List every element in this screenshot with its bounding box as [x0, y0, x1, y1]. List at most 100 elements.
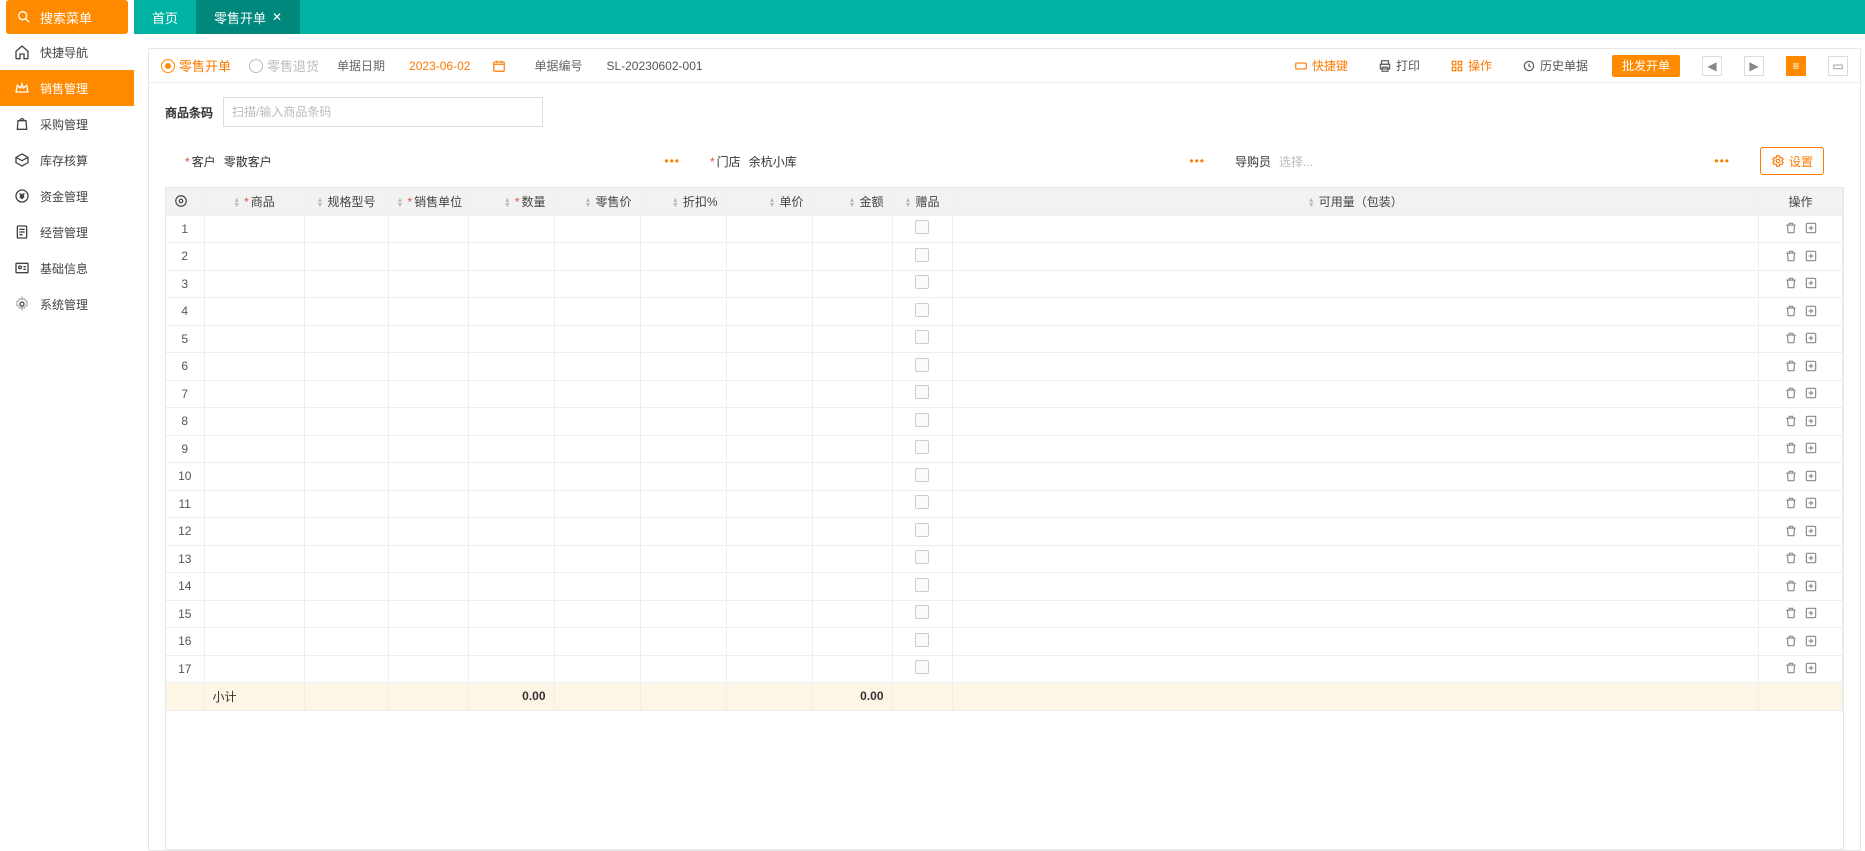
- gift-checkbox[interactable]: [915, 550, 929, 564]
- gift-checkbox[interactable]: [915, 385, 929, 399]
- add-row-button[interactable]: [1802, 439, 1820, 457]
- grid-mode-button[interactable]: ▭: [1828, 56, 1848, 76]
- delete-row-button[interactable]: [1782, 412, 1800, 430]
- delete-row-button[interactable]: [1782, 329, 1800, 347]
- delete-row-button[interactable]: [1782, 577, 1800, 595]
- tab-0[interactable]: 首页: [134, 0, 196, 34]
- col-available[interactable]: 可用量（包装）: [952, 188, 1759, 215]
- col-spec[interactable]: 规格型号: [304, 188, 388, 215]
- nav-next-button[interactable]: ▶: [1744, 56, 1764, 76]
- add-row-button[interactable]: [1802, 549, 1820, 567]
- col-unit[interactable]: *销售单位: [388, 188, 468, 215]
- gift-checkbox[interactable]: [915, 578, 929, 592]
- col-discount[interactable]: 折扣%: [640, 188, 726, 215]
- col-price[interactable]: 单价: [726, 188, 812, 215]
- table-row[interactable]: 4: [166, 298, 1843, 326]
- table-row[interactable]: 17: [166, 656, 1843, 684]
- barcode-input[interactable]: [223, 97, 543, 127]
- table-row[interactable]: 15: [166, 601, 1843, 629]
- history-button[interactable]: 历史单据: [1516, 49, 1594, 82]
- wholesale-button[interactable]: 批发开单: [1612, 55, 1680, 77]
- col-setting[interactable]: [166, 188, 204, 215]
- delete-row-button[interactable]: [1782, 549, 1800, 567]
- sidebar-item-2[interactable]: 采购管理: [0, 106, 134, 142]
- gift-checkbox[interactable]: [915, 468, 929, 482]
- customer-selector[interactable]: *客户 零散客户 •••: [185, 153, 680, 170]
- guide-selector[interactable]: 导购员 选择... •••: [1235, 153, 1730, 170]
- radio-retail-sales[interactable]: 零售开单: [161, 56, 231, 75]
- gift-checkbox[interactable]: [915, 330, 929, 344]
- settings-button[interactable]: 设置: [1760, 147, 1824, 175]
- calendar-icon[interactable]: [492, 59, 506, 73]
- table-row[interactable]: 2: [166, 243, 1843, 271]
- add-row-button[interactable]: [1802, 659, 1820, 677]
- delete-row-button[interactable]: [1782, 494, 1800, 512]
- list-mode-button[interactable]: ≡: [1786, 56, 1806, 76]
- gift-checkbox[interactable]: [915, 303, 929, 317]
- add-row-button[interactable]: [1802, 274, 1820, 292]
- add-row-button[interactable]: [1802, 577, 1820, 595]
- print-button[interactable]: 打印: [1372, 49, 1426, 82]
- bill-date-value[interactable]: 2023-06-02: [409, 59, 470, 73]
- gift-checkbox[interactable]: [915, 660, 929, 674]
- add-row-button[interactable]: [1802, 302, 1820, 320]
- table-row[interactable]: 1: [166, 216, 1843, 244]
- delete-row-button[interactable]: [1782, 632, 1800, 650]
- sidebar-item-1[interactable]: 销售管理: [0, 70, 134, 106]
- table-row[interactable]: 8: [166, 408, 1843, 436]
- col-product[interactable]: *商品: [204, 188, 304, 215]
- sidebar-item-7[interactable]: 系统管理: [0, 286, 134, 322]
- add-row-button[interactable]: [1802, 632, 1820, 650]
- delete-row-button[interactable]: [1782, 302, 1800, 320]
- gift-checkbox[interactable]: [915, 605, 929, 619]
- delete-row-button[interactable]: [1782, 219, 1800, 237]
- ellipsis-icon[interactable]: •••: [664, 154, 680, 168]
- add-row-button[interactable]: [1802, 467, 1820, 485]
- delete-row-button[interactable]: [1782, 357, 1800, 375]
- col-qty[interactable]: *数量: [468, 188, 554, 215]
- close-icon[interactable]: ✕: [272, 10, 282, 24]
- table-row[interactable]: 9: [166, 436, 1843, 464]
- gift-checkbox[interactable]: [915, 413, 929, 427]
- table-row[interactable]: 12: [166, 518, 1843, 546]
- delete-row-button[interactable]: [1782, 247, 1800, 265]
- add-row-button[interactable]: [1802, 247, 1820, 265]
- table-row[interactable]: 13: [166, 546, 1843, 574]
- nav-prev-button[interactable]: ◀: [1702, 56, 1722, 76]
- sidebar-item-4[interactable]: ¥资金管理: [0, 178, 134, 214]
- add-row-button[interactable]: [1802, 219, 1820, 237]
- store-selector[interactable]: *门店 余杭小库 •••: [710, 153, 1205, 170]
- add-row-button[interactable]: [1802, 357, 1820, 375]
- tab-1[interactable]: 零售开单✕: [196, 0, 300, 34]
- gift-checkbox[interactable]: [915, 358, 929, 372]
- search-menu-button[interactable]: 搜索菜单: [6, 0, 128, 34]
- gift-checkbox[interactable]: [915, 440, 929, 454]
- add-row-button[interactable]: [1802, 329, 1820, 347]
- col-amount[interactable]: 金额: [812, 188, 892, 215]
- table-row[interactable]: 14: [166, 573, 1843, 601]
- table-row[interactable]: 16: [166, 628, 1843, 656]
- table-row[interactable]: 6: [166, 353, 1843, 381]
- delete-row-button[interactable]: [1782, 439, 1800, 457]
- add-row-button[interactable]: [1802, 494, 1820, 512]
- gift-checkbox[interactable]: [915, 275, 929, 289]
- table-row[interactable]: 3: [166, 271, 1843, 299]
- table-row[interactable]: 10: [166, 463, 1843, 491]
- sidebar-item-3[interactable]: 库存核算: [0, 142, 134, 178]
- gift-checkbox[interactable]: [915, 495, 929, 509]
- table-row[interactable]: 7: [166, 381, 1843, 409]
- sidebar-item-6[interactable]: 基础信息: [0, 250, 134, 286]
- gift-checkbox[interactable]: [915, 248, 929, 262]
- operate-button[interactable]: 操作: [1444, 49, 1498, 82]
- ellipsis-icon[interactable]: •••: [1714, 154, 1730, 168]
- table-row[interactable]: 11: [166, 491, 1843, 519]
- delete-row-button[interactable]: [1782, 659, 1800, 677]
- delete-row-button[interactable]: [1782, 467, 1800, 485]
- delete-row-button[interactable]: [1782, 522, 1800, 540]
- col-retail[interactable]: 零售价: [554, 188, 640, 215]
- delete-row-button[interactable]: [1782, 604, 1800, 622]
- shortcut-button[interactable]: 快捷键: [1288, 49, 1354, 82]
- add-row-button[interactable]: [1802, 604, 1820, 622]
- add-row-button[interactable]: [1802, 522, 1820, 540]
- sidebar-item-5[interactable]: 经营管理: [0, 214, 134, 250]
